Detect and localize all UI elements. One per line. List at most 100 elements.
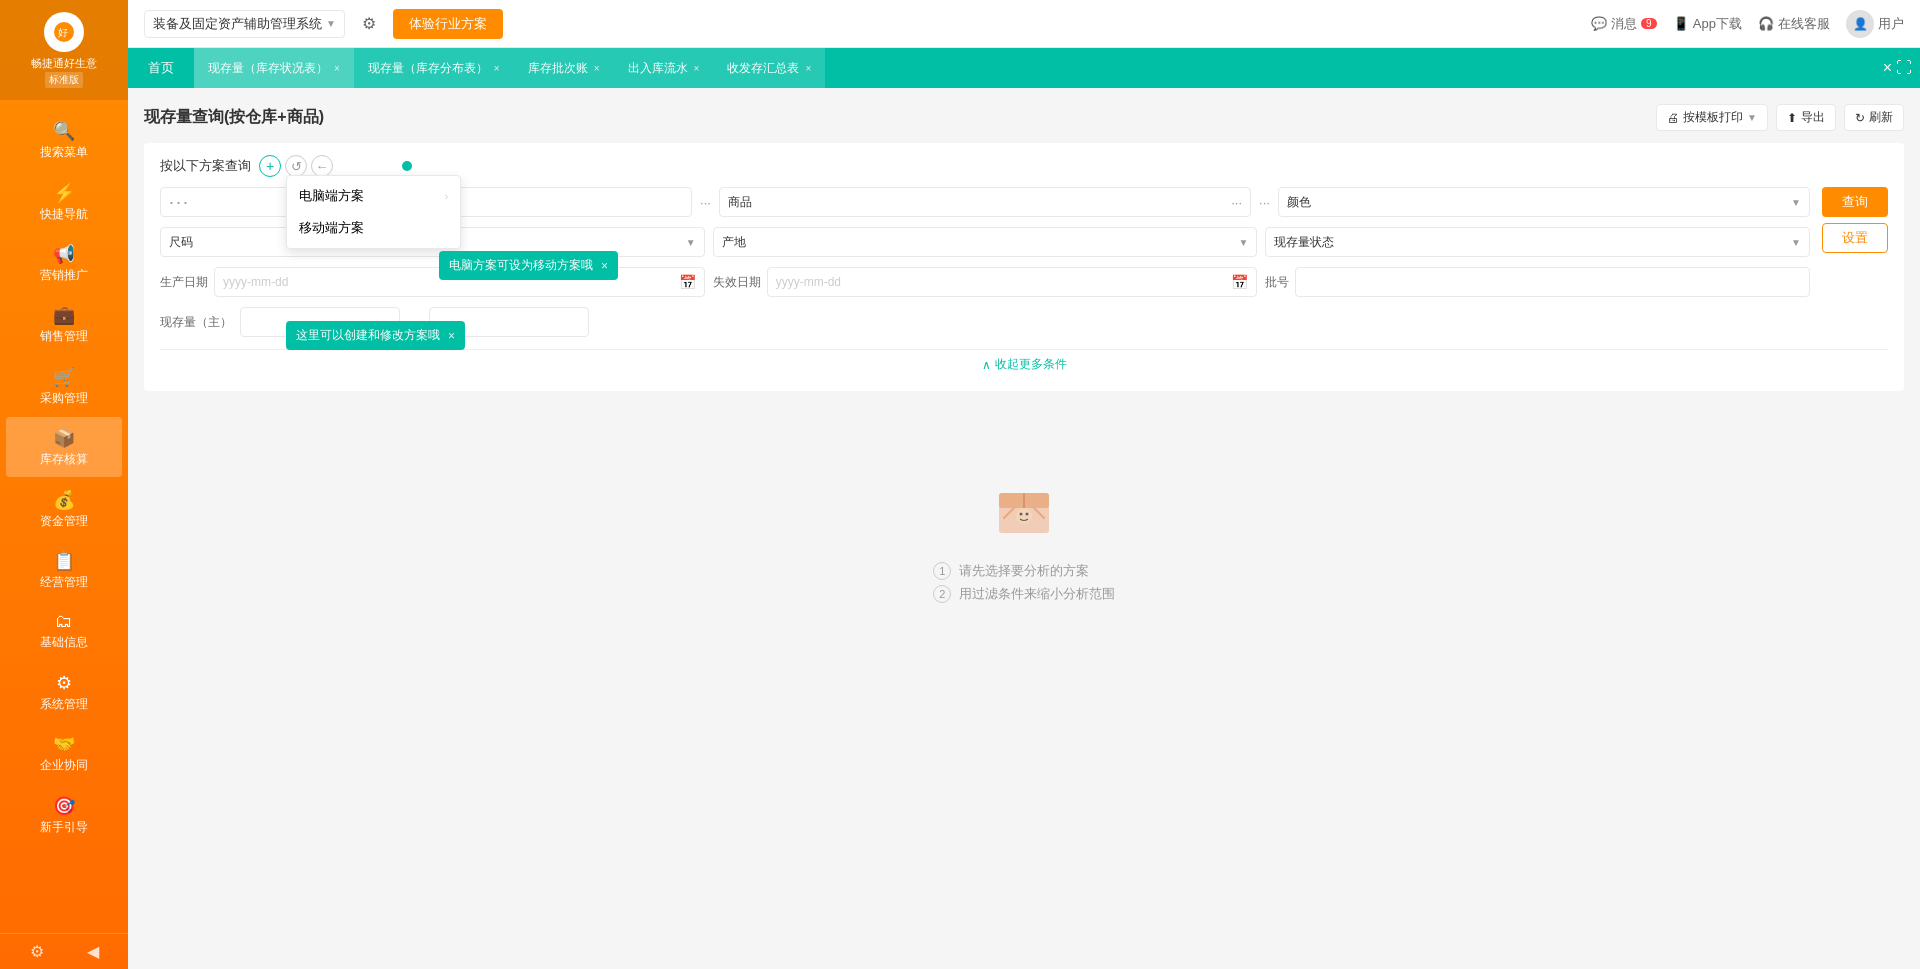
sidebar-item-inventory[interactable]: 📦 库存核算: [6, 417, 122, 476]
message-badge: 9: [1641, 18, 1657, 29]
tooltip-text-2: 这里可以创建和修改方案哦: [296, 327, 440, 344]
system-selector[interactable]: 装备及固定资产辅助管理系统 ▼: [144, 10, 345, 38]
tab-close-icon[interactable]: ×: [594, 63, 600, 74]
user-label: 用户: [1878, 15, 1904, 33]
size-label: 尺码: [169, 234, 193, 251]
header-right: 💬 消息 9 📱 App下载 🎧 在线客服 👤 用户: [1591, 10, 1904, 38]
sidebar-item-quick[interactable]: ⚡ 快捷导航: [6, 172, 122, 231]
tab-bar: 首页 现存量（库存状况表） × 现存量（库存分布表） × 库存批次账 × 出入库…: [128, 48, 1920, 88]
dots-icon: ···: [169, 192, 190, 213]
message-action[interactable]: 💬 消息 9: [1591, 15, 1657, 33]
filter-select-color[interactable]: 颜色 ▼: [1278, 187, 1810, 217]
sidebar-item-basic[interactable]: 🗂 基础信息: [6, 601, 122, 659]
sidebar: 好 畅捷通好生意 标准版 🔍 搜索菜单 ⚡ 快捷导航 📢 营销推广 💼 销售管理…: [0, 0, 128, 969]
sales-icon: 💼: [53, 304, 75, 326]
industry-button[interactable]: 体验行业方案: [393, 9, 503, 39]
svg-point-6: [1020, 513, 1023, 516]
chevron-down-color: ▼: [1791, 197, 1801, 208]
sidebar-item-label: 营销推广: [40, 268, 88, 282]
finance-icon: 💰: [53, 489, 75, 511]
filter-select-origin[interactable]: 产地 ▼: [713, 227, 1258, 257]
filter-expiry-date: 失效日期 yyyy-mm-dd 📅: [713, 267, 1258, 297]
sidebar-item-label: 基础信息: [40, 635, 88, 649]
goods-label: 商品: [728, 194, 1227, 211]
empty-illustration: [974, 463, 1074, 543]
step-2-text: 用过滤条件来缩小分析范围: [959, 586, 1115, 601]
sidebar-item-enterprise[interactable]: 🤝 企业协同: [6, 723, 122, 782]
sidebar-item-label: 快捷导航: [40, 207, 88, 221]
tab-batch-account[interactable]: 库存批次账 ×: [514, 48, 614, 88]
sidebar-item-search[interactable]: 🔍 搜索菜单: [6, 110, 122, 169]
reset-button[interactable]: 设置: [1822, 223, 1888, 253]
online-support-action[interactable]: 🎧 在线客服: [1758, 15, 1830, 33]
tab-label: 出入库流水: [628, 60, 688, 77]
scheme-dropdown: 电脑端方案 › 移动端方案: [286, 175, 461, 249]
tab-close-icon[interactable]: ×: [334, 63, 340, 74]
page-title-actions: 🖨 按模板打印 ▼ ⬆ 导出 ↻ 刷新: [1656, 104, 1904, 131]
filter-add-button[interactable]: +: [259, 155, 281, 177]
sidebar-item-finance[interactable]: 💰 资金管理: [6, 479, 122, 538]
sidebar-item-label: 采购管理: [40, 391, 88, 405]
sidebar-item-guide[interactable]: 🎯 新手引导: [6, 785, 122, 844]
tab-label: 现存量（库存状况表）: [208, 60, 328, 77]
query-button[interactable]: 查询: [1822, 187, 1888, 217]
chevron-down-icon: ▼: [1747, 112, 1757, 123]
sidebar-item-sales[interactable]: 💼 销售管理: [6, 294, 122, 353]
dots-separator-2: ···: [1259, 195, 1270, 210]
collapse-btn[interactable]: ◀: [87, 942, 99, 961]
collapse-bar[interactable]: ∧ 收起更多条件: [160, 349, 1888, 379]
step-1-text: 请先选择要分析的方案: [959, 563, 1089, 578]
print-label: 按模板打印: [1683, 109, 1743, 126]
tab-bar-expand-btn[interactable]: ⛶: [1896, 59, 1912, 77]
settings-icon[interactable]: ⚙: [353, 8, 385, 40]
chevron-down-origin: ▼: [1238, 237, 1248, 248]
app-download-action[interactable]: 📱 App下载: [1673, 15, 1742, 33]
refresh-icon: ↻: [1855, 111, 1865, 125]
online-support-label: 在线客服: [1778, 15, 1830, 33]
filter-refresh-button[interactable]: ↺: [285, 155, 307, 177]
tab-bar-close-btn[interactable]: ×: [1883, 59, 1892, 77]
print-button[interactable]: 🖨 按模板打印 ▼: [1656, 104, 1768, 131]
batch-input[interactable]: [1295, 267, 1810, 297]
tab-label: 库存批次账: [528, 60, 588, 77]
sidebar-item-label: 新手引导: [40, 820, 88, 834]
svg-text:好: 好: [58, 27, 68, 38]
step-2-num: 2: [933, 585, 951, 603]
tab-collect-summary[interactable]: 收发存汇总表 ×: [713, 48, 825, 88]
settings-btn[interactable]: ⚙: [30, 942, 44, 961]
sidebar-item-system[interactable]: ⚙ 系统管理: [6, 662, 122, 721]
expiry-date-input[interactable]: yyyy-mm-dd 📅: [767, 267, 1258, 297]
tab-inventory-dist[interactable]: 现存量（库存分布表） ×: [354, 48, 514, 88]
tab-close-icon[interactable]: ×: [805, 63, 811, 74]
app-download-label: App下载: [1693, 15, 1742, 33]
refresh-label: 刷新: [1869, 109, 1893, 126]
tab-close-icon[interactable]: ×: [694, 63, 700, 74]
tab-close-icon[interactable]: ×: [494, 63, 500, 74]
filter-title: 按以下方案查询: [160, 157, 251, 175]
header-left: 装备及固定资产辅助管理系统 ▼ ⚙ 体验行业方案: [144, 8, 503, 40]
sidebar-menu: 🔍 搜索菜单 ⚡ 快捷导航 📢 营销推广 💼 销售管理 🛒 采购管理 📦 库存核…: [0, 100, 128, 933]
tooltip-close-1[interactable]: ×: [601, 259, 608, 273]
tooltip-close-2[interactable]: ×: [448, 329, 455, 343]
sidebar-item-purchase[interactable]: 🛒 采购管理: [6, 356, 122, 415]
tab-inventory-status[interactable]: 现存量（库存状况表） ×: [194, 48, 354, 88]
origin-label: 产地: [722, 234, 746, 251]
user-action[interactable]: 👤 用户: [1846, 10, 1904, 38]
logo-icon: 好: [44, 12, 84, 52]
export-label: 导出: [1801, 109, 1825, 126]
scheme-desktop-item[interactable]: 电脑端方案 ›: [287, 180, 460, 212]
production-date-label: 生产日期: [160, 274, 208, 291]
sidebar-item-label: 销售管理: [40, 329, 88, 343]
sidebar-item-operation[interactable]: 📋 经营管理: [6, 540, 122, 599]
export-button[interactable]: ⬆ 导出: [1776, 104, 1836, 131]
filter-batch-no: 批号: [1265, 267, 1810, 297]
filter-collapse-scheme-button[interactable]: ←: [311, 155, 333, 177]
tab-home[interactable]: 首页: [128, 48, 194, 88]
refresh-button[interactable]: ↻ 刷新: [1844, 104, 1904, 131]
scheme-mobile-item[interactable]: 移动端方案: [287, 212, 460, 244]
tab-in-out-flow[interactable]: 出入库流水 ×: [614, 48, 714, 88]
filter-select-status[interactable]: 现存量状态 ▼: [1265, 227, 1810, 257]
brand-name: 畅捷通好生意: [31, 56, 97, 70]
filter-field-goods[interactable]: 商品 ···: [719, 187, 1251, 217]
sidebar-item-marketing[interactable]: 📢 营销推广: [6, 233, 122, 292]
